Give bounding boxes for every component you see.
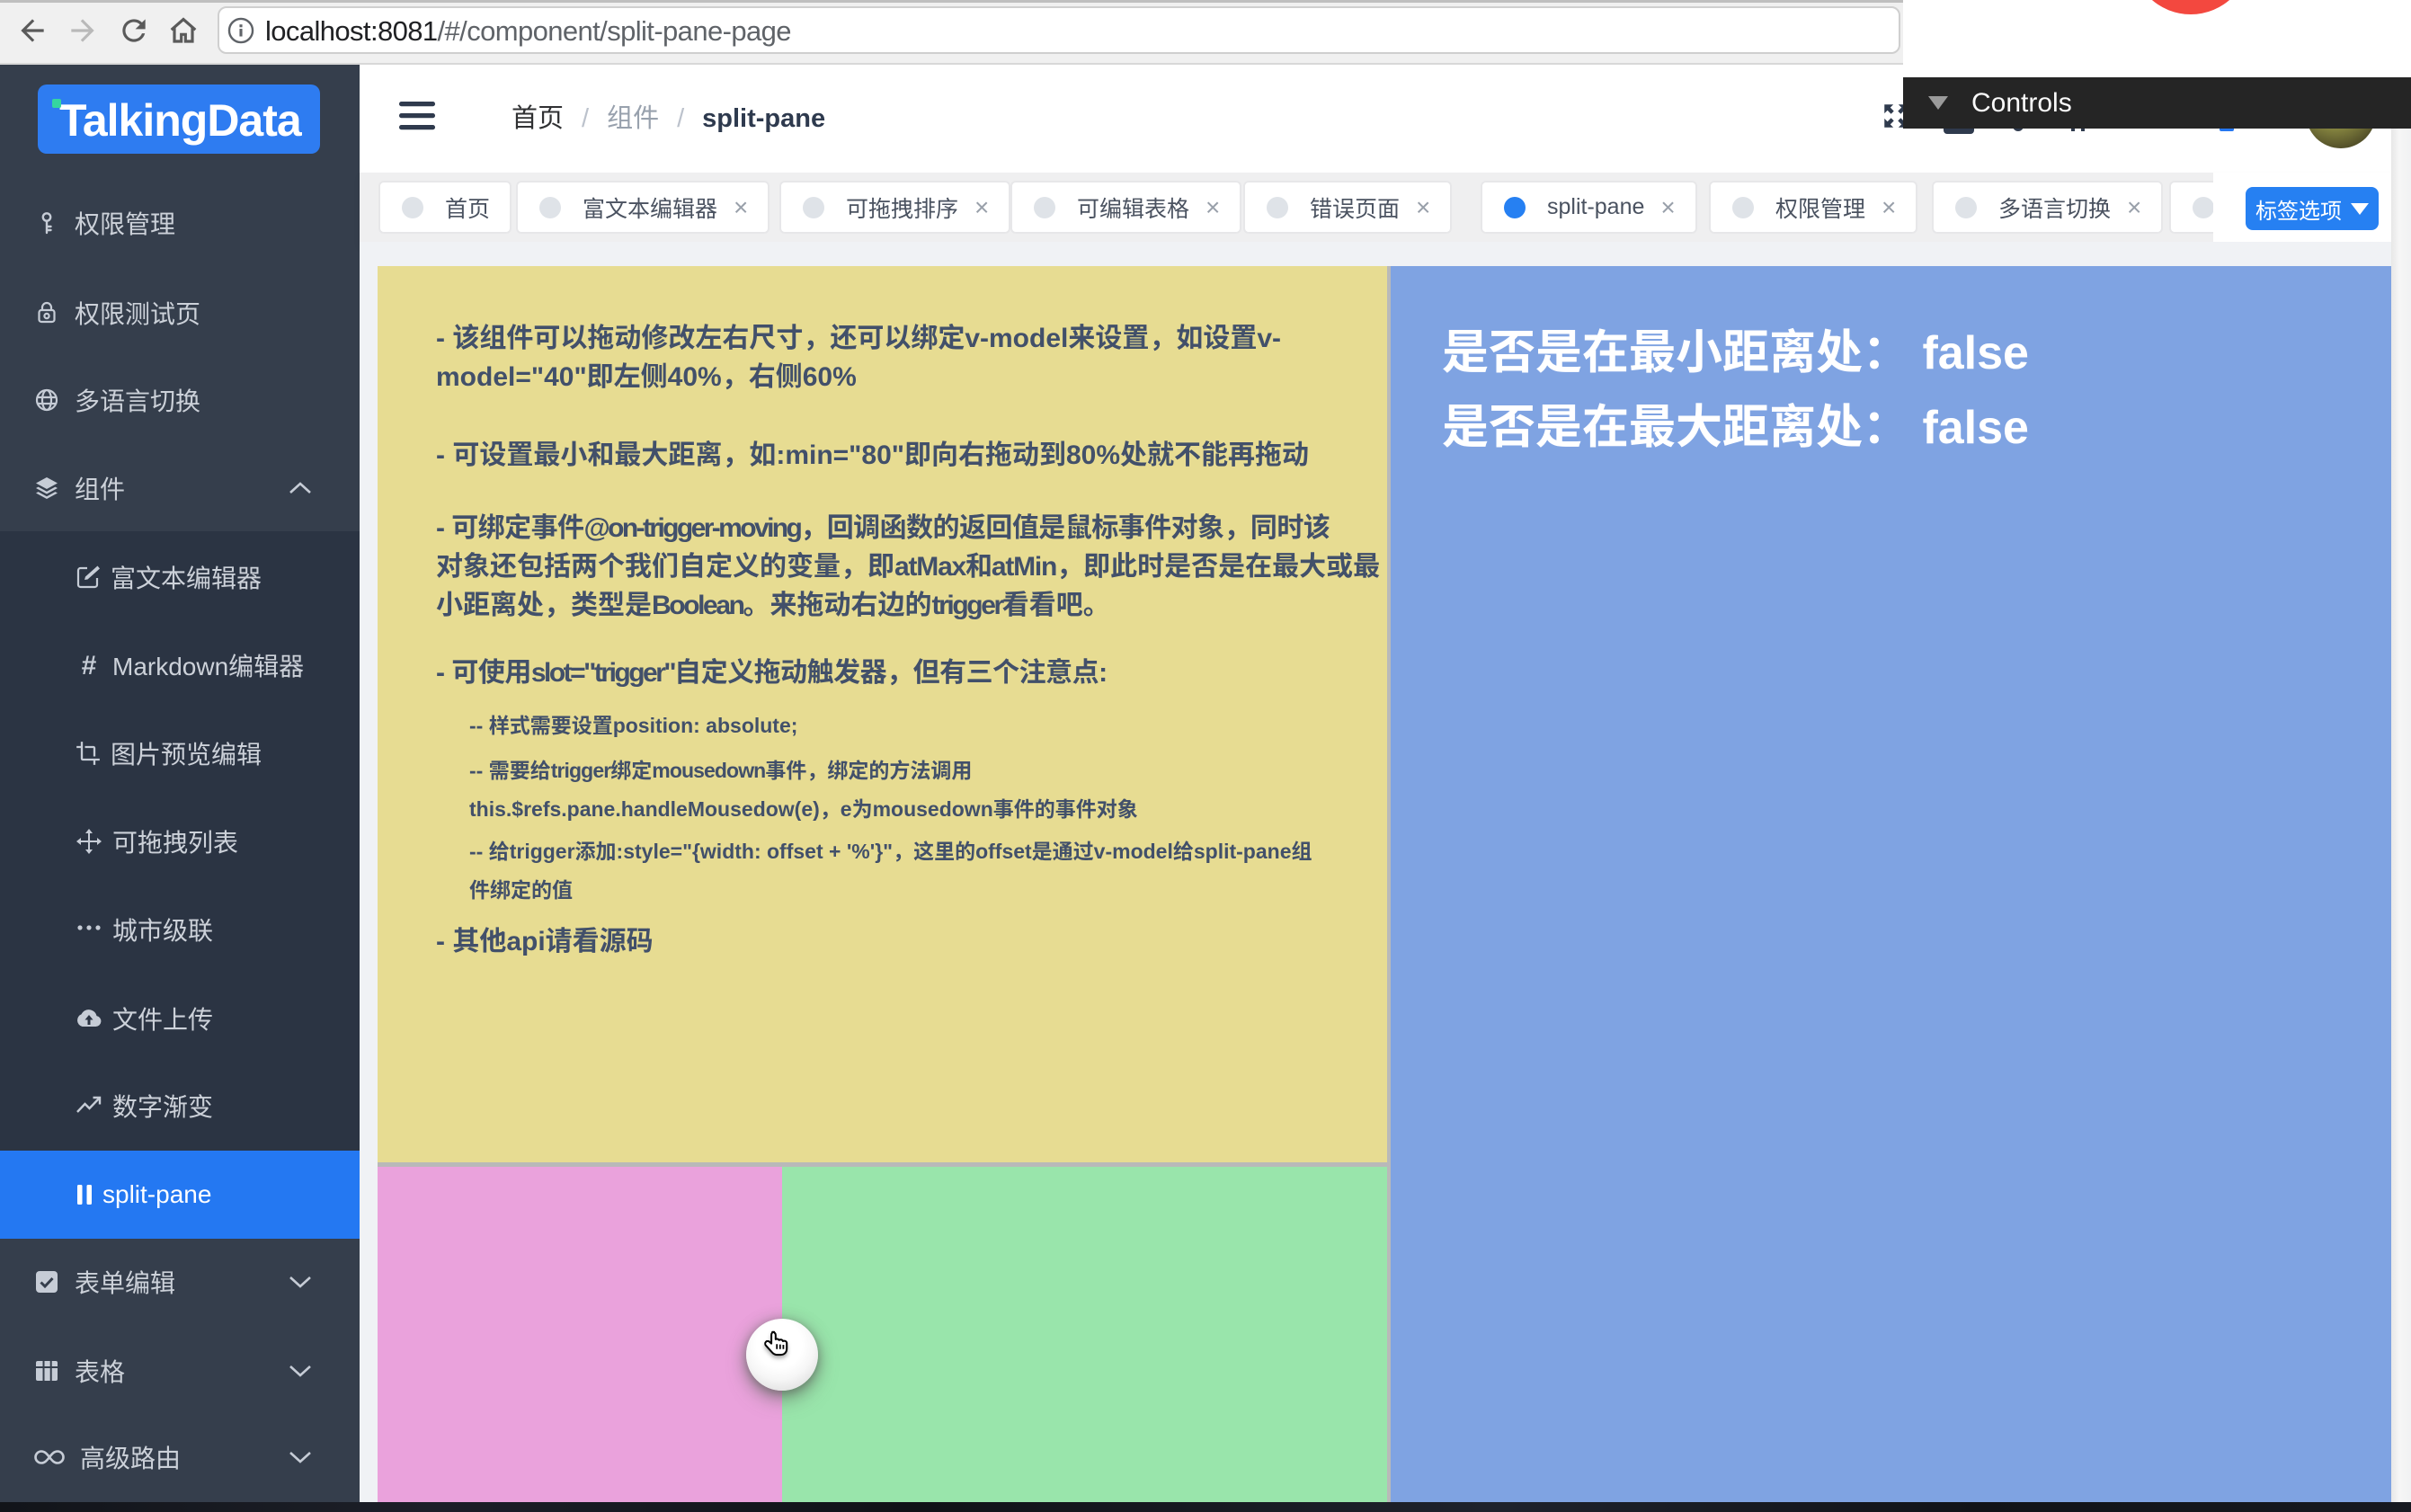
svg-text:#: #	[82, 653, 97, 678]
